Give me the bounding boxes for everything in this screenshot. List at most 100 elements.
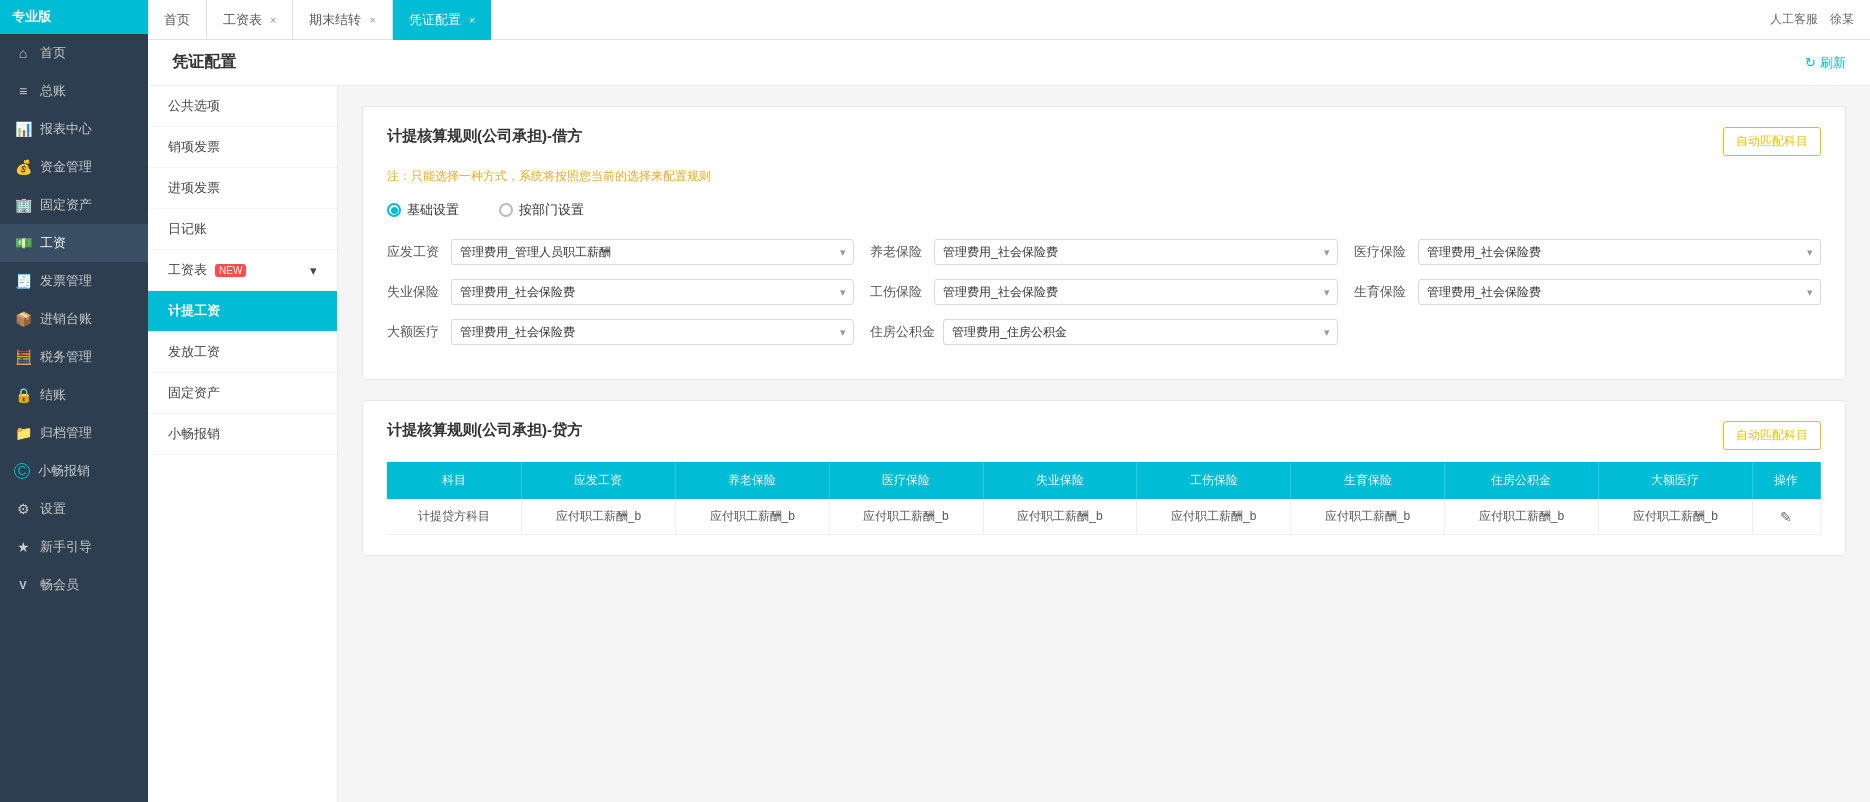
tab-salary-label: 工资表 bbox=[223, 11, 262, 29]
tab-period-close-icon[interactable]: × bbox=[369, 14, 375, 26]
sidebar-item-xiaochang[interactable]: C 小畅报销 bbox=[0, 452, 148, 490]
cell-val-housing: 应付职工薪酬_b bbox=[1444, 499, 1598, 535]
select-salary[interactable]: 管理费用_管理人员职工薪酬 bbox=[451, 239, 854, 265]
debit-form-item-unemployment: 失业保险 管理费用_社会保险费 bbox=[387, 279, 854, 305]
select-unemployment[interactable]: 管理费用_社会保险费 bbox=[451, 279, 854, 305]
sidebar-item-guide[interactable]: ★ 新手引导 bbox=[0, 528, 148, 566]
tab-voucher-close-icon[interactable]: × bbox=[469, 14, 475, 26]
label-medical: 医疗保险 bbox=[1354, 243, 1410, 261]
credit-table: 科目 应发工资 养老保险 医疗保险 失业保险 工伤保险 生育保险 住房公积金 大… bbox=[387, 462, 1821, 535]
select-maternity[interactable]: 管理费用_社会保险费 bbox=[1418, 279, 1821, 305]
refresh-button[interactable]: ↻ 刷新 bbox=[1805, 54, 1846, 72]
credit-auto-match-button[interactable]: 自动匹配科目 bbox=[1723, 421, 1821, 450]
nav-item-calc-salary[interactable]: 计提工资 bbox=[148, 291, 337, 332]
tab-home[interactable]: 首页 bbox=[148, 0, 207, 40]
sidebar-item-settings[interactable]: ⚙ 设置 bbox=[0, 490, 148, 528]
page-title: 凭证配置 bbox=[172, 52, 236, 73]
debit-section: 计提核算规则(公司承担)-借方 自动匹配科目 注：只能选择一种方式，系统将按照您… bbox=[362, 106, 1846, 380]
select-wrapper-bigmedical: 管理费用_社会保险费 bbox=[451, 319, 854, 345]
edit-icon[interactable]: ✎ bbox=[1780, 509, 1792, 525]
sidebar-label-invoice: 发票管理 bbox=[40, 272, 92, 290]
debit-radio-group: 基础设置 按部门设置 bbox=[387, 201, 1821, 219]
sidebar-item-home[interactable]: ⌂ 首页 bbox=[0, 34, 148, 72]
cell-val-injury: 应付职工薪酬_b bbox=[1137, 499, 1291, 535]
sidebar-item-funds[interactable]: 💰 资金管理 bbox=[0, 148, 148, 186]
tab-salary-table[interactable]: 工资表 × bbox=[207, 0, 293, 40]
label-pension: 养老保险 bbox=[870, 243, 926, 261]
tab-period-close[interactable]: 期末结转 × bbox=[293, 0, 392, 40]
refresh-label: 刷新 bbox=[1820, 54, 1846, 72]
tab-voucher-config[interactable]: 凭证配置 × bbox=[393, 0, 492, 40]
nav-item-pay-salary[interactable]: 发放工资 bbox=[148, 332, 337, 373]
xiaochang-icon: C bbox=[14, 463, 30, 479]
expand-icon: ▾ bbox=[310, 263, 317, 278]
col-unemployment: 失业保险 bbox=[983, 462, 1137, 499]
salary-table-badge: NEW bbox=[215, 264, 246, 277]
radio-basic-circle bbox=[387, 203, 401, 217]
sidebar-item-salary[interactable]: 💵 工资 bbox=[0, 224, 148, 262]
tab-voucher-label: 凭证配置 bbox=[409, 11, 461, 29]
select-pension[interactable]: 管理费用_社会保险费 bbox=[934, 239, 1337, 265]
right-content: 计提核算规则(公司承担)-借方 自动匹配科目 注：只能选择一种方式，系统将按照您… bbox=[338, 86, 1870, 802]
nav-item-purchase-invoice[interactable]: 进项发票 bbox=[148, 168, 337, 209]
label-bigmedical: 大额医疗 bbox=[387, 323, 443, 341]
select-wrapper-salary: 管理费用_管理人员职工薪酬 bbox=[451, 239, 854, 265]
sidebar-label-xiaochang: 小畅报销 bbox=[38, 462, 90, 480]
col-action: 操作 bbox=[1752, 462, 1820, 499]
nav-label-fixed: 固定资产 bbox=[168, 384, 220, 402]
label-salary: 应发工资 bbox=[387, 243, 443, 261]
sidebar-item-stock[interactable]: 📦 进销台账 bbox=[0, 300, 148, 338]
sidebar-label-salary: 工资 bbox=[40, 234, 66, 252]
select-housing[interactable]: 管理费用_住房公积金 bbox=[943, 319, 1337, 345]
nav-item-sales-invoice[interactable]: 销项发票 bbox=[148, 127, 337, 168]
nav-item-xiaochang-expense[interactable]: 小畅报销 bbox=[148, 414, 337, 455]
radio-dept-circle bbox=[499, 203, 513, 217]
home-icon: ⌂ bbox=[14, 45, 32, 61]
select-medical[interactable]: 管理费用_社会保险费 bbox=[1418, 239, 1821, 265]
nav-item-salary-table[interactable]: 工资表 NEW ▾ bbox=[148, 250, 337, 291]
nav-item-public[interactable]: 公共选项 bbox=[148, 86, 337, 127]
sidebar-label-funds: 资金管理 bbox=[40, 158, 92, 176]
radio-dept[interactable]: 按部门设置 bbox=[499, 201, 584, 219]
help-link[interactable]: 人工客服 bbox=[1770, 11, 1818, 28]
cell-action[interactable]: ✎ bbox=[1752, 499, 1820, 535]
label-maternity: 生育保险 bbox=[1354, 283, 1410, 301]
tab-salary-close-icon[interactable]: × bbox=[270, 14, 276, 26]
nav-item-journal[interactable]: 日记账 bbox=[148, 209, 337, 250]
user-name: 徐某 bbox=[1830, 11, 1854, 28]
col-maternity: 生育保险 bbox=[1291, 462, 1445, 499]
radio-basic[interactable]: 基础设置 bbox=[387, 201, 459, 219]
sidebar-item-assets[interactable]: 🏢 固定资产 bbox=[0, 186, 148, 224]
select-wrapper-unemployment: 管理费用_社会保险费 bbox=[451, 279, 854, 305]
sidebar-item-report[interactable]: 📊 报表中心 bbox=[0, 110, 148, 148]
sidebar-label-settings: 设置 bbox=[40, 500, 66, 518]
select-wrapper-housing: 管理费用_住房公积金 bbox=[943, 319, 1337, 345]
debit-form-item-housing: 住房公积金 管理费用_住房公积金 bbox=[870, 319, 1337, 345]
sidebar-item-member[interactable]: V 畅会员 bbox=[0, 566, 148, 604]
nav-label-sales: 销项发票 bbox=[168, 138, 220, 156]
report-icon: 📊 bbox=[14, 121, 32, 137]
sidebar-item-archive[interactable]: 📁 归档管理 bbox=[0, 414, 148, 452]
sidebar-item-tax[interactable]: 🧮 税务管理 bbox=[0, 338, 148, 376]
sidebar-item-invoice[interactable]: 🧾 发票管理 bbox=[0, 262, 148, 300]
debit-auto-match-button[interactable]: 自动匹配科目 bbox=[1723, 127, 1821, 156]
assets-icon: 🏢 bbox=[14, 197, 32, 213]
label-injury: 工伤保险 bbox=[870, 283, 926, 301]
debit-header: 计提核算规则(公司承担)-借方 自动匹配科目 bbox=[387, 127, 1821, 156]
sidebar-item-close[interactable]: 🔒 结账 bbox=[0, 376, 148, 414]
sidebar-item-ledger[interactable]: ≡ 总账 bbox=[0, 72, 148, 110]
cell-val-pension: 应付职工薪酬_b bbox=[675, 499, 829, 535]
select-wrapper-maternity: 管理费用_社会保险费 bbox=[1418, 279, 1821, 305]
salary-icon: 💵 bbox=[14, 235, 32, 251]
select-bigmedical[interactable]: 管理费用_社会保险费 bbox=[451, 319, 854, 345]
nav-item-fixed-assets[interactable]: 固定资产 bbox=[148, 373, 337, 414]
credit-table-header: 科目 应发工资 养老保险 医疗保险 失业保险 工伤保险 生育保险 住房公积金 大… bbox=[387, 462, 1821, 499]
page-header: 凭证配置 ↻ 刷新 bbox=[148, 40, 1870, 86]
main-area: 首页 工资表 × 期末结转 × 凭证配置 × 人工客服 徐某 凭证配置 ↻ 刷新 bbox=[148, 0, 1870, 802]
settings-icon: ⚙ bbox=[14, 501, 32, 517]
debit-form-item-pension: 养老保险 管理费用_社会保险费 bbox=[870, 239, 1337, 265]
debit-form-row-2: 失业保险 管理费用_社会保险费 工伤保险 管理费用_社会保险费 生育保险 bbox=[387, 279, 1821, 305]
label-housing: 住房公积金 bbox=[870, 323, 935, 341]
select-injury[interactable]: 管理费用_社会保险费 bbox=[934, 279, 1337, 305]
nav-label-salary-table: 工资表 bbox=[168, 261, 207, 279]
